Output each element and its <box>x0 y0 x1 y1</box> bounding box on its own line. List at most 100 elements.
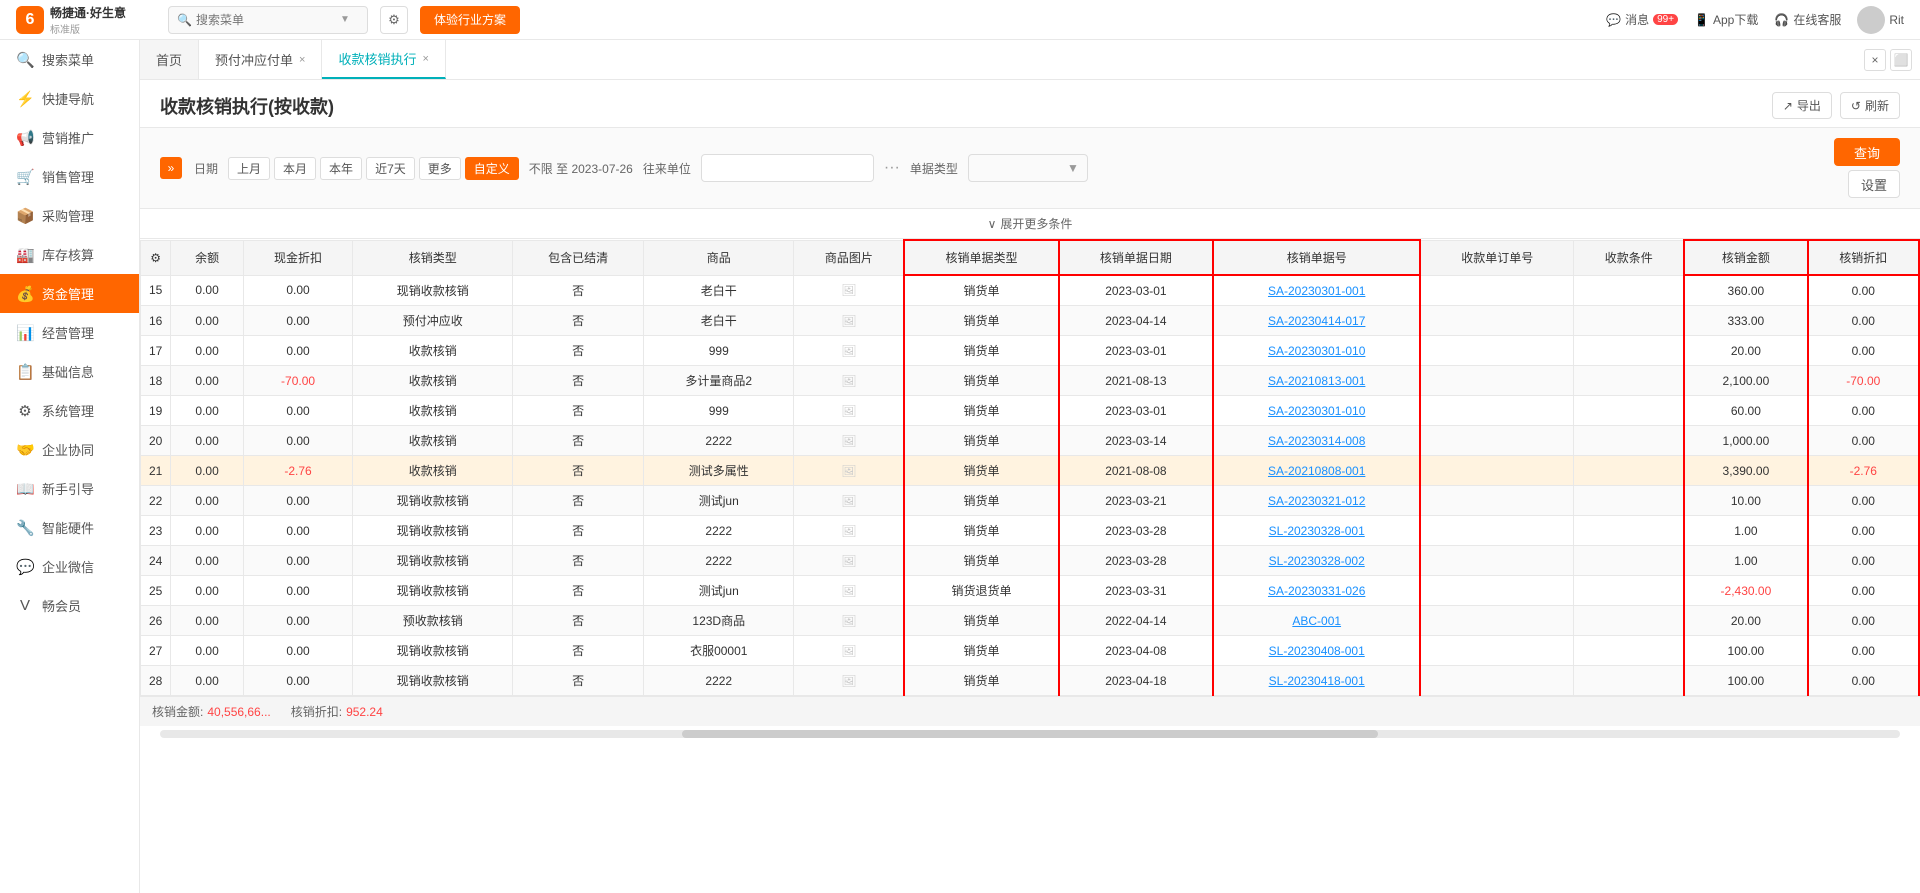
tab-maximize-button[interactable]: ⬜ <box>1890 49 1912 71</box>
cell-bill-no[interactable]: SA-20230321-012 <box>1213 486 1420 516</box>
tab-close-all-button[interactable]: × <box>1864 49 1886 71</box>
sidebar-item-finance[interactable]: 💰 资金管理 <box>0 274 139 313</box>
cell-id: 27 <box>141 636 171 666</box>
sidebar-item-purchase[interactable]: 📦 采购管理 <box>0 196 139 235</box>
bill-no-link[interactable]: SA-20230414-017 <box>1268 314 1365 328</box>
cell-bill-no[interactable]: ABC-001 <box>1213 606 1420 636</box>
tab-verify[interactable]: 收款核销执行 × <box>322 40 445 79</box>
cell-balance: 0.00 <box>171 396 243 426</box>
cell-bill-no[interactable]: SA-20230301-010 <box>1213 396 1420 426</box>
tab-home[interactable]: 首页 <box>140 40 199 79</box>
cell-bill-no[interactable]: SA-20210808-001 <box>1213 456 1420 486</box>
cell-bill-no[interactable]: SL-20230418-001 <box>1213 666 1420 696</box>
cell-bill-no[interactable]: SL-20230328-001 <box>1213 516 1420 546</box>
tab-prepay-close[interactable]: × <box>299 54 305 66</box>
user-menu[interactable]: Rit <box>1857 6 1904 34</box>
sidebar-item-guide[interactable]: 📖 新手引导 <box>0 469 139 508</box>
bill-no-link[interactable]: SA-20230301-010 <box>1268 344 1365 358</box>
sidebar-item-member[interactable]: V 畅会员 <box>0 586 139 625</box>
online-service-button[interactable]: 🎧 在线客服 <box>1774 11 1841 28</box>
cell-bill-no[interactable]: SL-20230328-002 <box>1213 546 1420 576</box>
query-button[interactable]: 查询 <box>1834 138 1900 166</box>
message-badge: 99+ <box>1653 14 1678 25</box>
sidebar-item-sales[interactable]: 🛒 销售管理 <box>0 157 139 196</box>
sidebar-item-collab[interactable]: 🤝 企业协同 <box>0 430 139 469</box>
bill-no-link[interactable]: SL-20230328-001 <box>1269 524 1365 538</box>
bill-no-link[interactable]: SL-20230328-002 <box>1269 554 1365 568</box>
top-search-box[interactable]: 🔍 ▼ <box>168 6 368 34</box>
sidebar-item-hardware[interactable]: 🔧 智能硬件 <box>0 508 139 547</box>
date-btn-more[interactable]: 更多 <box>419 157 461 180</box>
sidebar-item-search[interactable]: 🔍 搜索菜单 <box>0 40 139 79</box>
cell-bill-type: 销货单 <box>904 486 1058 516</box>
cell-bill-no[interactable]: SA-20230331-026 <box>1213 576 1420 606</box>
cell-receipt-condition <box>1574 606 1684 636</box>
bill-no-link[interactable]: SL-20230418-001 <box>1269 674 1365 688</box>
settings-button[interactable]: ⚙ <box>380 6 408 34</box>
cell-include-settled: 否 <box>513 546 644 576</box>
partner-input[interactable] <box>701 154 874 182</box>
cell-cash-discount: 0.00 <box>243 636 353 666</box>
date-btn-this-month[interactable]: 本月 <box>274 157 316 180</box>
refresh-button[interactable]: ↺ 刷新 <box>1840 92 1900 119</box>
export-button[interactable]: ↗ 导出 <box>1772 92 1832 119</box>
cell-include-settled: 否 <box>513 576 644 606</box>
date-btn-this-year[interactable]: 本年 <box>320 157 362 180</box>
trial-button[interactable]: 体验行业方案 <box>420 6 520 34</box>
sidebar-item-quick-nav[interactable]: ⚡ 快捷导航 <box>0 79 139 118</box>
bill-no-link[interactable]: SA-20230331-026 <box>1268 584 1365 598</box>
bill-no-link[interactable]: ABC-001 <box>1292 614 1341 628</box>
cell-bill-no[interactable]: SA-20230301-001 <box>1213 275 1420 306</box>
col-header-goods-image: 商品图片 <box>794 240 904 275</box>
date-buttons: 上月 本月 本年 近7天 更多 自定义 <box>228 157 519 180</box>
cell-verify-amount: 333.00 <box>1684 306 1807 336</box>
cell-goods: 多计量商品2 <box>644 366 794 396</box>
cell-bill-no[interactable]: SL-20230408-001 <box>1213 636 1420 666</box>
bill-no-link[interactable]: SA-20210808-001 <box>1268 464 1365 478</box>
sidebar-item-management[interactable]: 📊 经营管理 <box>0 313 139 352</box>
date-btn-last-month[interactable]: 上月 <box>228 157 270 180</box>
cell-bill-no[interactable]: SA-20230301-010 <box>1213 336 1420 366</box>
cell-verify-type: 收款核销 <box>353 336 513 366</box>
bill-no-link[interactable]: SL-20230408-001 <box>1269 644 1365 658</box>
user-avatar <box>1857 6 1885 34</box>
cell-bill-no[interactable]: SA-20210813-001 <box>1213 366 1420 396</box>
sidebar-item-inventory[interactable]: 🏭 库存核算 <box>0 235 139 274</box>
cell-bill-date: 2023-03-01 <box>1059 396 1213 426</box>
sidebar-label-quick-nav: 快捷导航 <box>42 89 94 108</box>
col-header-gear[interactable]: ⚙ <box>141 240 171 275</box>
date-btn-7days[interactable]: 近7天 <box>366 157 415 180</box>
date-btn-custom[interactable]: 自定义 <box>465 157 519 180</box>
bill-no-link[interactable]: SA-20230321-012 <box>1268 494 1365 508</box>
sidebar-item-marketing[interactable]: 📢 营销推广 <box>0 118 139 157</box>
cell-goods: 测试多属性 <box>644 456 794 486</box>
bill-no-link[interactable]: SA-20210813-001 <box>1268 374 1365 388</box>
cell-bill-no[interactable]: SA-20230314-008 <box>1213 426 1420 456</box>
sidebar-item-system[interactable]: ⚙ 系统管理 <box>0 391 139 430</box>
cell-bill-type: 销货单 <box>904 636 1058 666</box>
expand-more-button[interactable]: ∨ 展开更多条件 <box>140 209 1920 239</box>
cell-verify-amount: 10.00 <box>1684 486 1807 516</box>
inventory-icon: 🏭 <box>16 246 34 264</box>
filter-setting-button[interactable]: 设置 <box>1848 170 1900 198</box>
cell-id: 20 <box>141 426 171 456</box>
cell-id: 18 <box>141 366 171 396</box>
cell-cash-discount: 0.00 <box>243 336 353 366</box>
cell-include-settled: 否 <box>513 426 644 456</box>
cell-receipt-order-no <box>1420 606 1574 636</box>
sidebar-item-wechat[interactable]: 💬 企业微信 <box>0 547 139 586</box>
app-download-button[interactable]: 📱 App下载 <box>1694 11 1758 28</box>
bill-no-link[interactable]: SA-20230301-001 <box>1268 284 1365 298</box>
bill-no-link[interactable]: SA-20230301-010 <box>1268 404 1365 418</box>
message-button[interactable]: 💬 消息 99+ <box>1606 11 1678 28</box>
expand-button[interactable]: » <box>160 157 182 179</box>
tab-actions: × ⬜ <box>1856 40 1920 79</box>
sidebar-item-basic-info[interactable]: 📋 基础信息 <box>0 352 139 391</box>
bill-type-select[interactable]: ▼ <box>968 154 1088 182</box>
search-input[interactable] <box>196 13 336 27</box>
cell-bill-no[interactable]: SA-20230414-017 <box>1213 306 1420 336</box>
bill-no-link[interactable]: SA-20230314-008 <box>1268 434 1365 448</box>
partner-dots[interactable]: ··· <box>884 159 900 177</box>
tab-verify-close[interactable]: × <box>422 53 428 65</box>
tab-prepay[interactable]: 预付冲应付单 × <box>199 40 322 79</box>
